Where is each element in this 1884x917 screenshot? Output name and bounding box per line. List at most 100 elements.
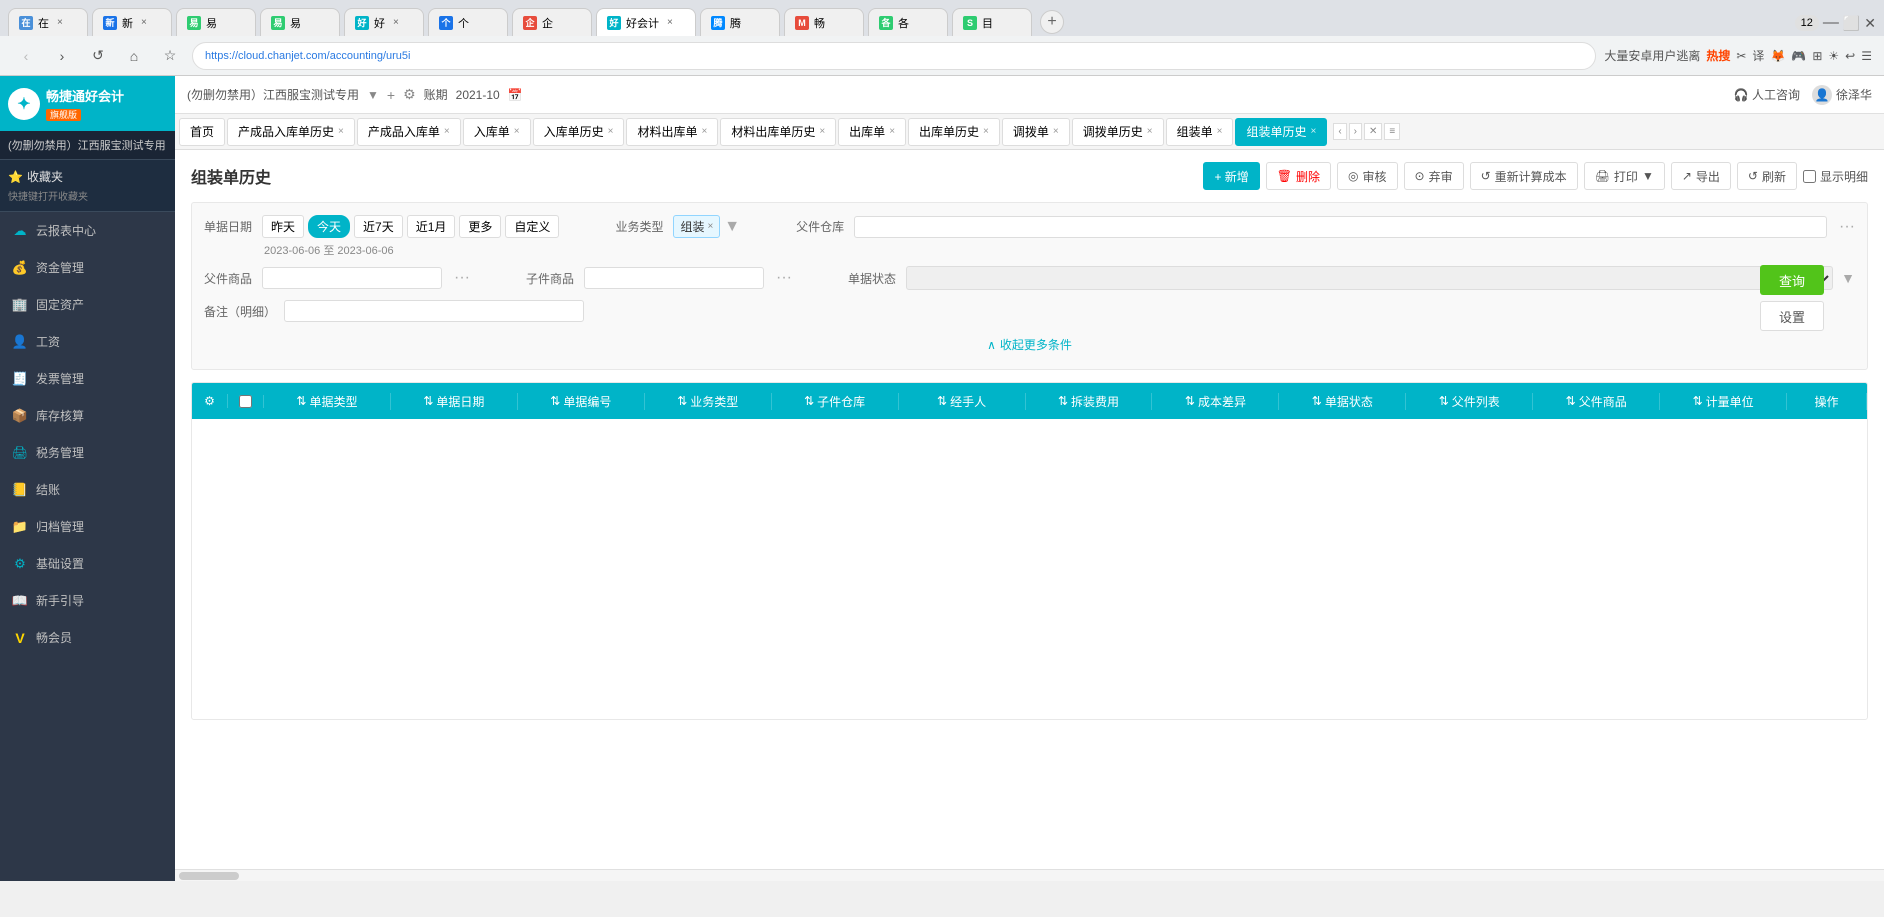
tab-material-outbound-close[interactable]: × [701, 126, 707, 137]
tab-assembly[interactable]: 组装单 × [1166, 118, 1234, 146]
browser-tab-5[interactable]: 好 好 × [344, 8, 424, 36]
browser-tab-9[interactable]: 腾 腾 [700, 8, 780, 36]
th-checkbox[interactable] [228, 395, 264, 408]
date-btn-7days[interactable]: 近7天 [354, 215, 403, 238]
th-cost-diff[interactable]: ⇅ 成本差异 [1152, 393, 1279, 410]
biztype-dropdown[interactable]: ▼ [724, 218, 740, 236]
tab-material-outbound-history[interactable]: 材料出库单历史 × [720, 118, 836, 146]
order-status-dropdown[interactable]: ▼ [1841, 270, 1855, 286]
sidebar-item-funds[interactable]: 💰 资金管理 [0, 249, 175, 286]
browser-tab-7[interactable]: 企 企 [512, 8, 592, 36]
tab-product-inbound-history-close[interactable]: × [338, 126, 344, 137]
tab-transfer[interactable]: 调拨单 × [1002, 118, 1070, 146]
date-btn-yesterday[interactable]: 昨天 [262, 215, 304, 238]
sidebar-item-salary[interactable]: 👤 工资 [0, 323, 175, 360]
tab-product-inbound-history[interactable]: 产成品入库单历史 × [227, 118, 355, 146]
tab-outbound[interactable]: 出库单 × [838, 118, 906, 146]
sidebar-item-reports[interactable]: ☁ 云报表中心 [0, 212, 175, 249]
tab-close-all[interactable]: ✕ [1364, 123, 1382, 140]
user-profile-button[interactable]: 👤 徐泽华 [1812, 85, 1872, 105]
tab-close-8[interactable]: × [667, 17, 673, 28]
extension-1[interactable]: 🦊 [1770, 49, 1785, 63]
tab-transfer-history[interactable]: 调拨单历史 × [1072, 118, 1164, 146]
tab-inbound[interactable]: 入库单 × [463, 118, 531, 146]
abandon-button[interactable]: ⊙ 弃审 [1404, 162, 1464, 190]
tab-inbound-close[interactable]: × [514, 126, 520, 137]
browser-tab-1[interactable]: 在 在 × [8, 8, 88, 36]
bookmark-button[interactable]: ☆ [156, 42, 184, 70]
th-handler[interactable]: ⇅ 经手人 [899, 393, 1026, 410]
select-all-checkbox[interactable] [239, 395, 252, 408]
browser-tab-6[interactable]: 个 个 [428, 8, 508, 36]
undo-tool[interactable]: ↩ [1845, 49, 1855, 63]
th-doc-no[interactable]: ⇅ 单据编号 [518, 393, 645, 410]
tab-inbound-history[interactable]: 入库单历史 × [533, 118, 625, 146]
order-status-select[interactable] [906, 266, 1833, 290]
th-assembly-fee[interactable]: ⇅ 拆装费用 [1026, 393, 1153, 410]
recalculate-button[interactable]: ↺ 重新计算成本 [1470, 162, 1578, 190]
add-company-button[interactable]: + [387, 87, 395, 103]
warehouse-input[interactable] [854, 216, 1827, 238]
tab-material-outbound[interactable]: 材料出库单 × [626, 118, 718, 146]
th-doc-date[interactable]: ⇅ 单据日期 [391, 393, 518, 410]
tab-more[interactable]: ≡ [1384, 123, 1400, 140]
sidebar-item-tax[interactable]: 🖨 税务管理 [0, 434, 175, 471]
tab-assembly-close[interactable]: × [1217, 126, 1223, 137]
th-unit[interactable]: ⇅ 计量单位 [1660, 393, 1787, 410]
child-goods-input[interactable] [584, 267, 764, 289]
browser-tab-2[interactable]: 新 新 × [92, 8, 172, 36]
extension-2[interactable]: 🎮 [1791, 49, 1806, 63]
th-doc-type[interactable]: ⇅ 单据类型 [264, 393, 391, 410]
browser-tab-8[interactable]: 好 好会计 × [596, 8, 696, 36]
sidebar-item-invoice[interactable]: 🧾 发票管理 [0, 360, 175, 397]
close-browser-button[interactable]: ✕ [1864, 15, 1876, 32]
th-parent-list[interactable]: ⇅ 父件列表 [1406, 393, 1533, 410]
delete-button[interactable]: 🗑 删除 [1266, 162, 1331, 190]
show-detail-checkbox-label[interactable]: 显示明细 [1803, 168, 1868, 185]
cut-tool[interactable]: ✂ [1736, 49, 1746, 63]
minimize-button[interactable]: — [1823, 14, 1839, 32]
grid-tool[interactable]: ⊞ [1812, 49, 1822, 63]
browser-tab-12[interactable]: S 目 [952, 8, 1032, 36]
address-bar[interactable]: https://cloud.chanjet.com/accounting/uru… [192, 42, 1596, 70]
show-detail-checkbox[interactable] [1803, 170, 1816, 183]
tab-transfer-close[interactable]: × [1053, 126, 1059, 137]
tab-inbound-history-close[interactable]: × [608, 126, 614, 137]
date-btn-custom[interactable]: 自定义 [505, 215, 559, 238]
export-button[interactable]: ↗ 导出 [1671, 162, 1731, 190]
tab-assembly-history-close[interactable]: × [1310, 126, 1316, 137]
sidebar-item-member[interactable]: V 畅会员 [0, 619, 175, 656]
parent-goods-input[interactable] [262, 267, 442, 289]
tab-outbound-history[interactable]: 出库单历史 × [908, 118, 1000, 146]
child-goods-more-btn[interactable]: ··· [776, 269, 792, 287]
print-button[interactable]: 🖨 打印 ▼ [1584, 162, 1665, 190]
sidebar-item-settings[interactable]: ⚙ 基础设置 [0, 545, 175, 582]
warehouse-more-btn[interactable]: ··· [1839, 218, 1855, 236]
approve-button[interactable]: ◎ 审核 [1337, 162, 1398, 190]
new-button[interactable]: + 新增 [1203, 162, 1259, 190]
tab-close-1[interactable]: × [57, 17, 63, 28]
tab-outbound-close[interactable]: × [889, 126, 895, 137]
date-btn-today[interactable]: 今天 [308, 215, 350, 238]
th-doc-status[interactable]: ⇅ 单据状态 [1279, 393, 1406, 410]
collapse-button[interactable]: ∧ 收起更多条件 [983, 332, 1076, 357]
home-button[interactable]: ⌂ [120, 42, 148, 70]
back-button[interactable]: ‹ [12, 42, 40, 70]
menu-tool[interactable]: ☰ [1861, 49, 1872, 63]
tab-product-inbound[interactable]: 产成品入库单 × [357, 118, 461, 146]
tab-close-5[interactable]: × [393, 17, 399, 28]
tab-material-outbound-history-close[interactable]: × [819, 126, 825, 137]
th-biz-type[interactable]: ⇅ 业务类型 [645, 393, 772, 410]
tab-outbound-history-close[interactable]: × [983, 126, 989, 137]
sidebar-item-archive[interactable]: 📁 归档管理 [0, 508, 175, 545]
tab-scroll-right[interactable]: › [1349, 123, 1362, 140]
customer-service-button[interactable]: 🎧 人工咨询 [1734, 86, 1800, 103]
company-gear-icon[interactable]: ⚙ [403, 86, 416, 103]
th-settings[interactable]: ⚙ [192, 394, 228, 408]
tab-close-2[interactable]: × [141, 17, 147, 28]
tab-scroll-left[interactable]: ‹ [1333, 123, 1346, 140]
forward-button[interactable]: › [48, 42, 76, 70]
settings-button[interactable]: 设置 [1760, 301, 1824, 331]
sidebar-item-assets[interactable]: 🏢 固定资产 [0, 286, 175, 323]
calendar-icon[interactable]: 📅 [508, 88, 523, 102]
